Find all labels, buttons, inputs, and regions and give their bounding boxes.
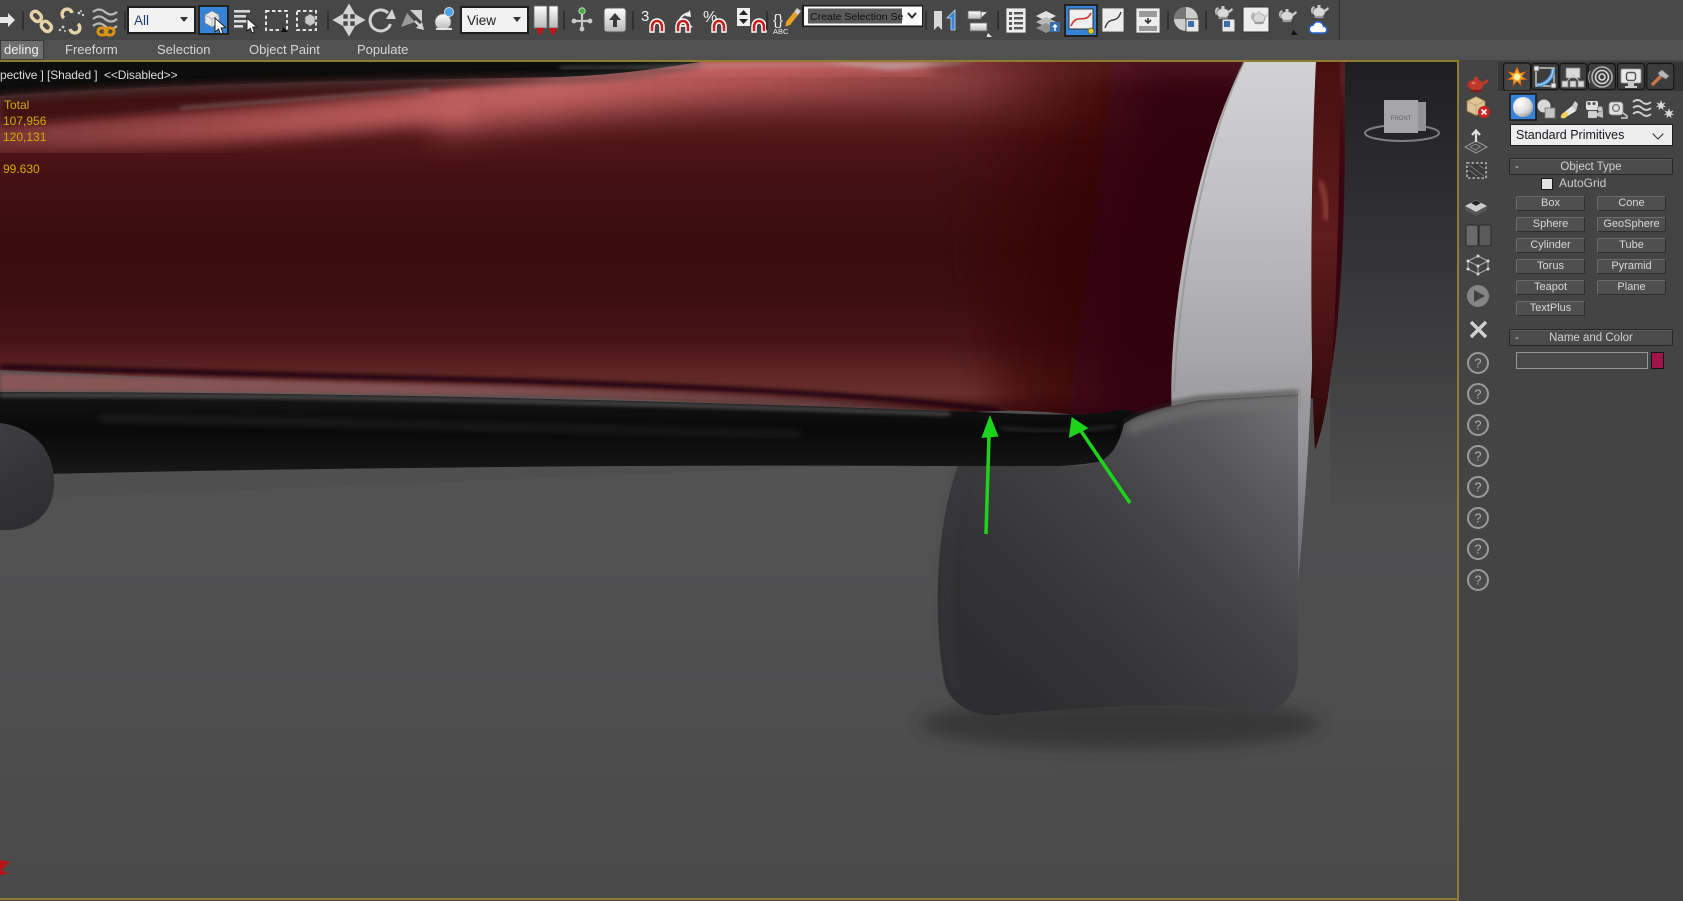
svg-text:ABC: ABC: [773, 27, 789, 36]
svg-text:FRONT: FRONT: [1391, 116, 1412, 122]
svg-text:View: View: [467, 13, 496, 28]
svg-text:All: All: [134, 13, 149, 28]
svg-text:Create Selection Se: Create Selection Se: [810, 11, 904, 23]
svg-text:3: 3: [641, 8, 649, 25]
